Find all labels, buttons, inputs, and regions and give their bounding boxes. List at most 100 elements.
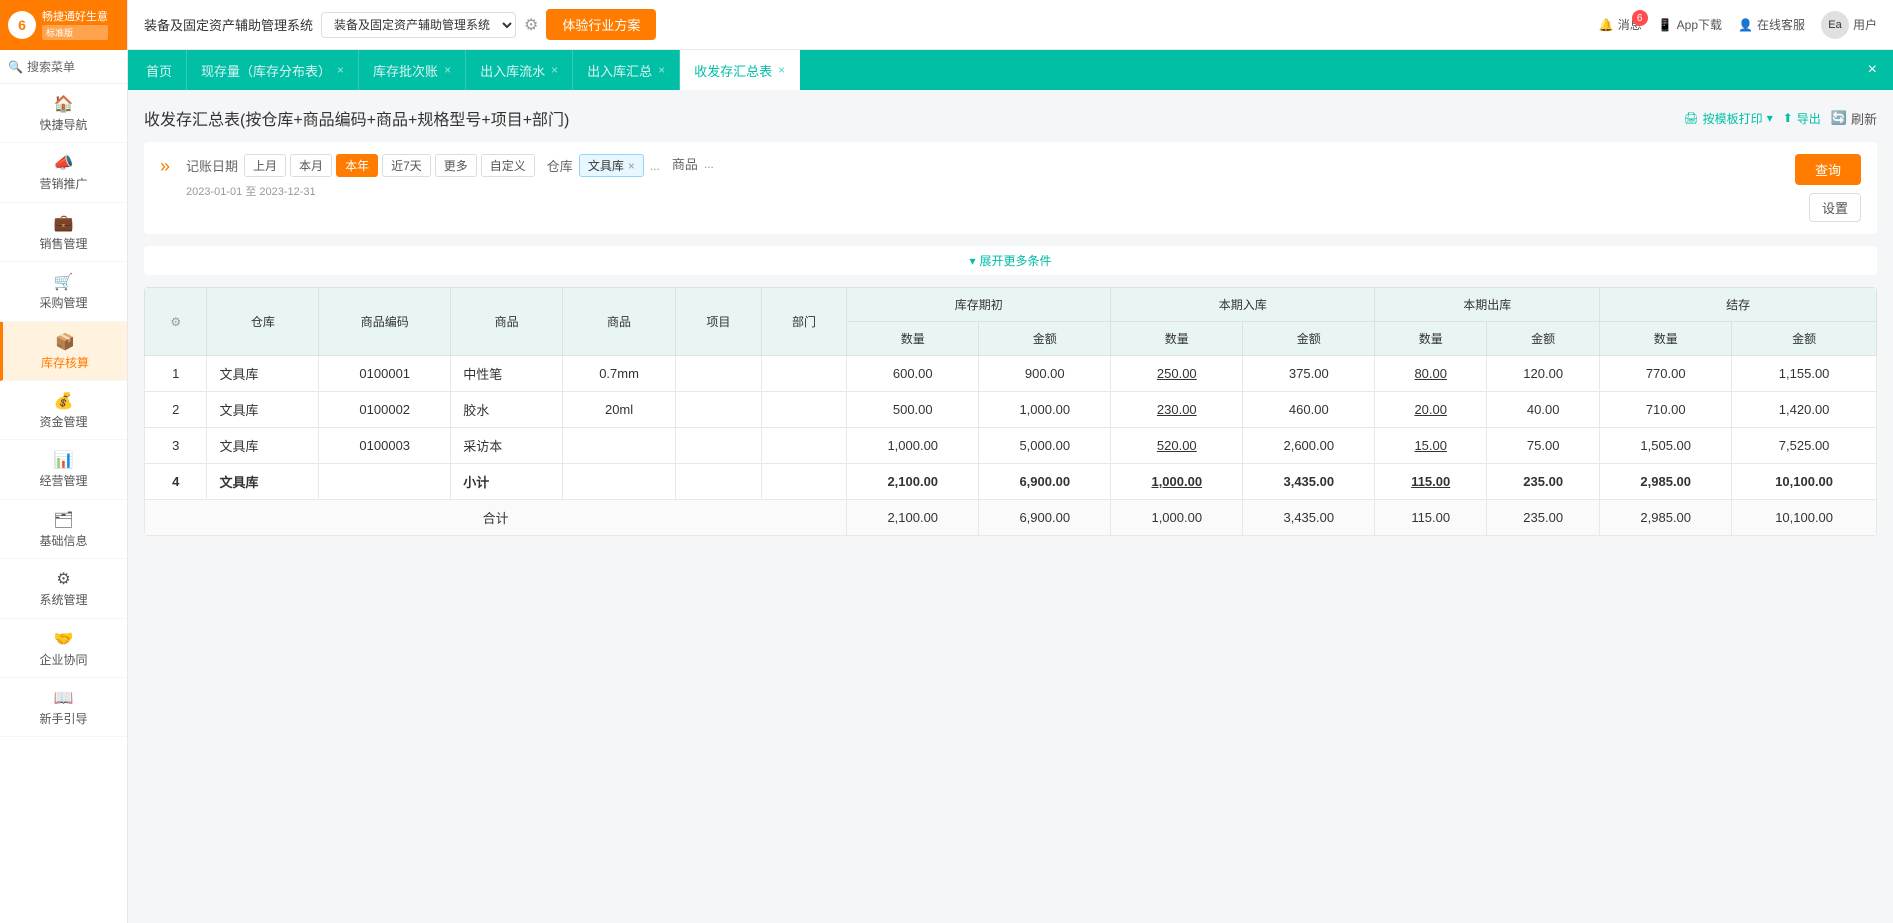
nav-label-3: 采购管理 (39, 296, 87, 310)
date-btn-7days[interactable]: 近7天 (382, 154, 431, 177)
date-filter: 记账日期 上月 本月 本年 近7天 更多 自定义 2023-01-01 至 20… (186, 154, 535, 199)
sidebar-item-9[interactable]: 🤝 企业协同 (0, 619, 127, 678)
sidebar-item-6[interactable]: 📊 经营管理 (0, 440, 127, 499)
cell-in-qty-0[interactable]: 250.00 (1111, 356, 1243, 392)
avatar: Ea (1821, 11, 1849, 39)
cell-in-qty-3[interactable]: 1,000.00 (1111, 464, 1243, 500)
cell-project-2 (676, 428, 762, 464)
expand-more-btn[interactable]: ▾ 展开更多条件 (144, 246, 1877, 275)
nav-label-0: 快捷导航 (39, 118, 87, 132)
sidebar-item-3[interactable]: 🛒 采购管理 (0, 262, 127, 321)
nav-label-5: 资金管理 (39, 415, 87, 429)
cell-in-qty-1[interactable]: 230.00 (1111, 392, 1243, 428)
tab-summary-close[interactable]: × (658, 63, 665, 77)
date-btn-custom[interactable]: 自定义 (481, 154, 535, 177)
export-label: 导出 (1797, 110, 1821, 127)
tab-recv[interactable]: 收发存汇总表 × (680, 50, 800, 90)
cell-in-amt-2: 2,600.00 (1243, 428, 1375, 464)
mobile-icon: 📱 (1658, 18, 1673, 32)
th-out-group: 本期出库 (1375, 288, 1600, 322)
online-service-btn[interactable]: 👤 在线客服 (1738, 16, 1805, 33)
nav-label-8: 系统管理 (39, 593, 87, 607)
cell-out-qty-3[interactable]: 115.00 (1375, 464, 1487, 500)
tab-batch[interactable]: 库存批次账 × (359, 50, 466, 90)
date-btn-more[interactable]: 更多 (435, 154, 477, 177)
print-btn[interactable]: 🖨 按模板打印 ▾ (1683, 110, 1772, 127)
cell-in-qty-2[interactable]: 520.00 (1111, 428, 1243, 464)
query-button[interactable]: 查询 (1795, 154, 1861, 185)
sidebar-item-4[interactable]: 📦 库存核算 (0, 322, 127, 381)
tab-recv-close[interactable]: × (778, 63, 785, 77)
filter-bar: » 记账日期 上月 本月 本年 近7天 更多 自定义 (144, 142, 1877, 234)
cell-out-qty-1[interactable]: 20.00 (1375, 392, 1487, 428)
sidebar-search[interactable]: 🔍 搜索菜单 (0, 50, 127, 84)
tab-summary[interactable]: 出入库汇总 × (573, 50, 680, 90)
user-menu[interactable]: Ea 用户 (1821, 11, 1877, 39)
filter-buttons: 查询 设置 (1795, 154, 1861, 222)
cell-code-1: 0100002 (319, 392, 451, 428)
warehouse-more[interactable]: ... (650, 159, 660, 173)
sidebar-item-0[interactable]: 🏠 快捷导航 (0, 84, 127, 143)
tab-flow-close[interactable]: × (551, 63, 558, 77)
sidebar-item-10[interactable]: 📖 新手引导 (0, 678, 127, 737)
cell-name1-0: 中性笔 (451, 356, 563, 392)
tabbar-close-all[interactable]: × (1856, 61, 1889, 79)
cell-name2-2 (563, 428, 676, 464)
refresh-btn[interactable]: 🔄 刷新 (1831, 109, 1877, 128)
sidebar-item-8[interactable]: ⚙ 系统管理 (0, 559, 127, 618)
page-title: 收发存汇总表(按仓库+商品编码+商品+规格型号+项目+部门) (144, 106, 569, 130)
th-project: 项目 (676, 288, 762, 356)
trial-button[interactable]: 体验行业方案 (546, 9, 656, 40)
sidebar-item-2[interactable]: 💼 销售管理 (0, 203, 127, 262)
th-out-amt: 金额 (1487, 322, 1600, 356)
date-btn-prev-month[interactable]: 上月 (244, 154, 286, 177)
th-settings[interactable]: ⚙ (145, 288, 207, 356)
warehouse-tag[interactable]: 文具库 × (579, 154, 644, 177)
date-btn-cur-month[interactable]: 本月 (290, 154, 332, 177)
date-range: 2023-01-01 至 2023-12-31 (186, 183, 535, 199)
system-select[interactable]: 装备及固定资产辅助管理系统 (321, 12, 516, 38)
cell-opening-amt-0: 900.00 (979, 356, 1111, 392)
messages-btn[interactable]: 🔔 消息 6 (1599, 16, 1642, 33)
tab-inventory[interactable]: 现存量（库存分布表） × (187, 50, 359, 90)
cell-no-3: 4 (145, 464, 207, 500)
export-btn[interactable]: ⬆ 导出 (1783, 110, 1821, 127)
tab-recv-label: 收发存汇总表 (694, 61, 772, 80)
sidebar-item-7[interactable]: 🗂 基础信息 (0, 500, 127, 559)
refresh-icon: 🔄 (1831, 110, 1847, 126)
warehouse-tag-text: 文具库 (588, 157, 624, 174)
nav-label-7: 基础信息 (39, 534, 87, 548)
sidebar-item-1[interactable]: 📣 营销推广 (0, 143, 127, 202)
cell-opening-qty-3: 2,100.00 (847, 464, 979, 500)
settings-icon[interactable]: ⚙ (170, 315, 181, 329)
sidebar: 6 畅捷通好生意 标准版 🔍 搜索菜单 🏠 快捷导航 📣 营销推广 💼 销售管理… (0, 0, 128, 923)
tab-batch-close[interactable]: × (444, 63, 451, 77)
app-download-btn[interactable]: 📱 App下载 (1658, 16, 1722, 33)
tab-flow[interactable]: 出入库流水 × (466, 50, 573, 90)
cell-no-2: 3 (145, 428, 207, 464)
nav-icon-7: 🗂 (53, 510, 73, 530)
cell-dept-0 (761, 356, 847, 392)
cell-code-0: 0100001 (319, 356, 451, 392)
tab-inventory-close[interactable]: × (337, 63, 344, 77)
cell-no-0: 1 (145, 356, 207, 392)
cell-project-3 (676, 464, 762, 500)
footer-opening-qty: 2,100.00 (847, 500, 979, 536)
cell-opening-amt-1: 1,000.00 (979, 392, 1111, 428)
cell-out-qty-0[interactable]: 80.00 (1375, 356, 1487, 392)
cell-opening-qty-0: 600.00 (847, 356, 979, 392)
cell-project-1 (676, 392, 762, 428)
settings-icon[interactable]: ⚙ (524, 15, 538, 35)
th-closing-qty: 数量 (1600, 322, 1732, 356)
cell-warehouse-0: 文具库 (207, 356, 319, 392)
date-btn-cur-year[interactable]: 本年 (336, 154, 378, 177)
cell-out-qty-2[interactable]: 15.00 (1375, 428, 1487, 464)
sidebar-item-5[interactable]: 💰 资金管理 (0, 381, 127, 440)
warehouse-tag-close[interactable]: × (628, 159, 635, 173)
setting-button[interactable]: 设置 (1809, 193, 1861, 222)
tab-home[interactable]: 首页 (132, 50, 187, 90)
filter-toggle[interactable]: » (160, 156, 170, 177)
th-opening-qty: 数量 (847, 322, 979, 356)
goods-more[interactable]: ... (704, 157, 714, 171)
cell-opening-qty-1: 500.00 (847, 392, 979, 428)
